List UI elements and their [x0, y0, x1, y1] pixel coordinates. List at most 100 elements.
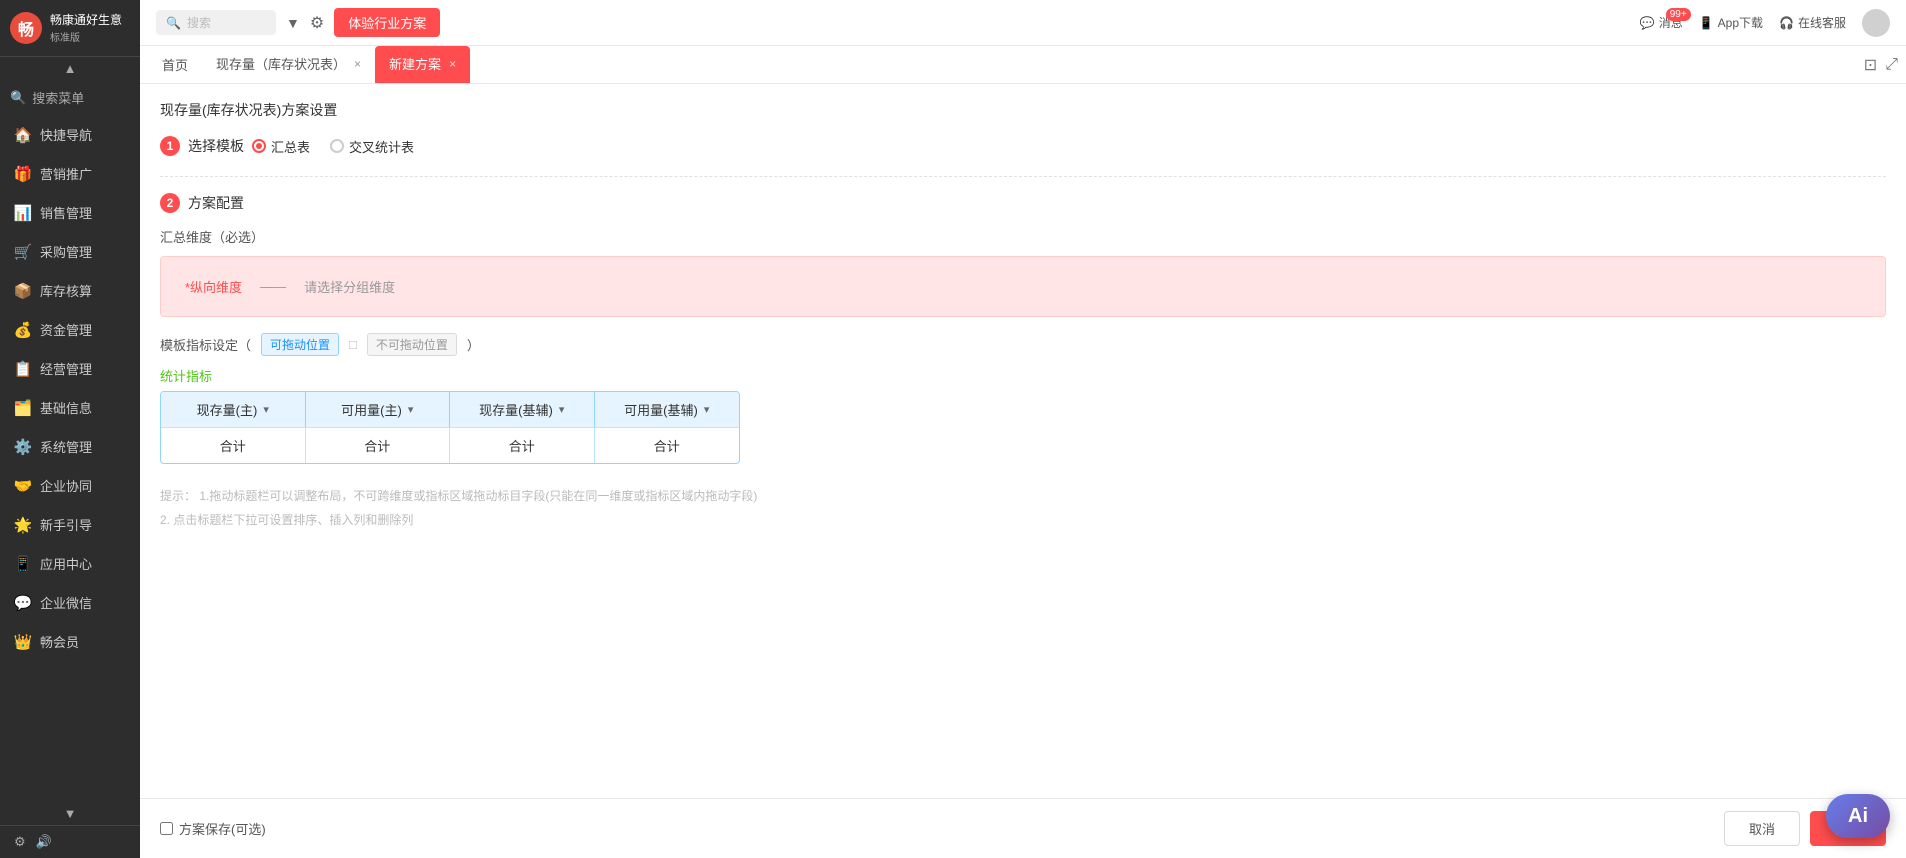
- volume-icon[interactable]: 🔊: [36, 834, 52, 850]
- sidebar-item-finance[interactable]: 💰 资金管理: [0, 310, 140, 349]
- tab-actions: ⊡ ⤢: [1864, 55, 1898, 75]
- stats-col4-header[interactable]: 可用量(基辅) ▾: [595, 392, 740, 427]
- sidebar-item-system[interactable]: ⚙️ 系统管理: [0, 427, 140, 466]
- home-icon: 🏠: [14, 126, 32, 144]
- tab-inventory-status[interactable]: 现存量（库存状况表） ×: [202, 46, 375, 83]
- app-name: 畅康通好生意: [50, 12, 122, 29]
- stats-col3-label: 现存量(基辅): [479, 400, 553, 419]
- save-checkbox-label[interactable]: 方案保存(可选): [160, 819, 266, 838]
- sidebar-item-label: 系统管理: [40, 437, 92, 456]
- tip1: 提示： 1.拖动标题栏可以调整布局，不可跨维度或指标区域拖动标目字段(只能在同一…: [160, 484, 1886, 508]
- radio-cross[interactable]: 交叉统计表: [330, 137, 414, 156]
- step2-section: 2 方案配置 汇总维度（必选） *纵向维度 —— 请选择分组维度 模板指标设定（…: [160, 193, 1886, 532]
- sidebar-item-basic[interactable]: 🗂️ 基础信息: [0, 388, 140, 427]
- settings-gear-icon[interactable]: ⚙: [14, 834, 26, 850]
- sidebar-item-vip[interactable]: 👑 畅会员: [0, 622, 140, 661]
- stats-col2-cell: 合计: [306, 428, 451, 463]
- search-bar-icon: 🔍: [166, 16, 181, 30]
- indicator-close-paren: ）: [467, 335, 480, 354]
- tip2: 2. 点击标题栏下拉可设置排序、插入列和删除列: [160, 508, 1886, 532]
- header: 🔍 搜索 ▼ ⚙ 体验行业方案 💬 消息 99+ 📱 App下载 🎧 在线客服: [140, 0, 1906, 46]
- template-radio-group: 汇总表 交叉统计表: [252, 137, 414, 156]
- header-search-bar[interactable]: 🔍 搜索: [156, 10, 276, 35]
- sidebar-item-ops[interactable]: 📋 经营管理: [0, 349, 140, 388]
- sidebar-item-label: 资金管理: [40, 320, 92, 339]
- avatar[interactable]: [1862, 9, 1890, 37]
- stats-col4-label: 可用量(基辅): [624, 400, 698, 419]
- tab-inventory-close[interactable]: ×: [354, 57, 361, 71]
- headset-icon: 🎧: [1779, 16, 1794, 30]
- sidebar-scroll-up[interactable]: ▲: [0, 57, 140, 80]
- tab-restore-btn[interactable]: ⊡: [1864, 55, 1877, 75]
- dim-separator: ——: [260, 279, 286, 294]
- sidebar-item-enterprise[interactable]: 🤝 企业协同: [0, 466, 140, 505]
- sidebar-item-label: 新手引导: [40, 515, 92, 534]
- sidebar-item-newuser[interactable]: 🌟 新手引导: [0, 505, 140, 544]
- dimension-box[interactable]: *纵向维度 —— 请选择分组维度: [160, 256, 1886, 317]
- sidebar-item-appcenter[interactable]: 📱 应用中心: [0, 544, 140, 583]
- stats-col3-header[interactable]: 现存量(基辅) ▾: [450, 392, 595, 427]
- online-support-label: 在线客服: [1798, 14, 1846, 31]
- stats-col2-header[interactable]: 可用量(主) ▾: [306, 392, 451, 427]
- non-draggable-tag: 不可拖动位置: [367, 333, 457, 356]
- app-download-btn[interactable]: 📱 App下载: [1699, 14, 1763, 31]
- tips-label: 提示：: [160, 489, 196, 503]
- ai-bubble-label: Ai: [1848, 805, 1868, 828]
- cancel-button[interactable]: 取消: [1724, 811, 1800, 846]
- main-area: 🔍 搜索 ▼ ⚙ 体验行业方案 💬 消息 99+ 📱 App下载 🎧 在线客服: [140, 0, 1906, 858]
- sidebar-item-sales[interactable]: 📊 销售管理: [0, 193, 140, 232]
- sidebar-item-wechat[interactable]: 💬 企业微信: [0, 583, 140, 622]
- tab-home[interactable]: 首页: [148, 46, 202, 83]
- wechat-icon: 💬: [14, 594, 32, 612]
- cart-icon: 🛒: [14, 243, 32, 261]
- messages-btn[interactable]: 💬 消息 99+: [1640, 14, 1683, 31]
- sidebar-search-label: 搜索菜单: [32, 88, 84, 107]
- header-right: 💬 消息 99+ 📱 App下载 🎧 在线客服: [1640, 9, 1890, 37]
- step1-header: 1 选择模板 汇总表 交叉统计表: [160, 136, 1886, 156]
- indicator-settings-label: 模板指标设定（: [160, 335, 251, 354]
- stats-table-header: 现存量(主) ▾ 可用量(主) ▾ 现存量(基辅) ▾: [161, 392, 739, 427]
- sidebar-item-marketing[interactable]: 🎁 营销推广: [0, 154, 140, 193]
- content-inner: 现存量(库存状况表)方案设置 1 选择模板 汇总表 交叉统计表: [140, 84, 1906, 798]
- sidebar-item-label: 畅会员: [40, 632, 79, 651]
- sidebar-item-stock[interactable]: 📦 库存核算: [0, 271, 140, 310]
- sidebar-scroll-down[interactable]: ▼: [0, 802, 140, 825]
- tab-new-plan-close[interactable]: ×: [449, 57, 456, 71]
- indicator-settings: 模板指标设定（ 可拖动位置 □ 不可拖动位置 ） 统计指标 现存量(主) ▾: [160, 333, 1886, 464]
- step1-title: 选择模板: [188, 136, 244, 156]
- sidebar-search[interactable]: 🔍 搜索菜单: [0, 80, 140, 115]
- sidebar-logo: 畅 畅康通好生意 标准版: [0, 0, 140, 57]
- radio-summary-circle: [252, 139, 266, 153]
- tab-inventory-label: 现存量（库存状况表）: [216, 54, 346, 73]
- sidebar-item-quick-nav[interactable]: 🏠 快捷导航: [0, 115, 140, 154]
- online-support-btn[interactable]: 🎧 在线客服: [1779, 14, 1846, 31]
- sidebar: 畅 畅康通好生意 标准版 ▲ 🔍 搜索菜单 🏠 快捷导航 🎁 营销推广 📊 销售…: [0, 0, 140, 858]
- sidebar-item-label: 库存核算: [40, 281, 92, 300]
- stats-col1-header[interactable]: 现存量(主) ▾: [161, 392, 306, 427]
- divider-1: [160, 176, 1886, 177]
- header-gear-btn[interactable]: ⚙: [310, 13, 324, 33]
- crown-icon: 👑: [14, 633, 32, 651]
- ai-bubble[interactable]: Ai: [1826, 794, 1890, 838]
- sidebar-item-label: 基础信息: [40, 398, 92, 417]
- dim-placeholder: 请选择分组维度: [304, 277, 395, 296]
- tab-bar: 首页 现存量（库存状况表） × 新建方案 × ⊡ ⤢: [140, 46, 1906, 84]
- draggable-tag: 可拖动位置: [261, 333, 339, 356]
- vertical-dim-label: *纵向维度: [185, 277, 242, 296]
- header-dropdown-btn[interactable]: ▼: [286, 15, 300, 31]
- phone-icon: 📱: [1699, 16, 1714, 30]
- tab-new-plan[interactable]: 新建方案 ×: [375, 46, 470, 83]
- trial-btn[interactable]: 体验行业方案: [334, 8, 440, 37]
- tab-new-plan-label: 新建方案: [389, 54, 441, 73]
- step2-title: 方案配置: [188, 193, 244, 213]
- step1-section: 1 选择模板 汇总表 交叉统计表: [160, 136, 1886, 156]
- sidebar-item-label: 经营管理: [40, 359, 92, 378]
- radio-summary[interactable]: 汇总表: [252, 137, 310, 156]
- box-icon: 📦: [14, 282, 32, 300]
- search-bar-text: 搜索: [187, 14, 211, 31]
- sidebar-bottom: ⚙ 🔊: [0, 825, 140, 858]
- save-checkbox[interactable]: [160, 822, 173, 835]
- stats-table: 现存量(主) ▾ 可用量(主) ▾ 现存量(基辅) ▾: [160, 391, 740, 464]
- sidebar-item-purchase[interactable]: 🛒 采购管理: [0, 232, 140, 271]
- tab-expand-btn[interactable]: ⤢: [1885, 55, 1898, 75]
